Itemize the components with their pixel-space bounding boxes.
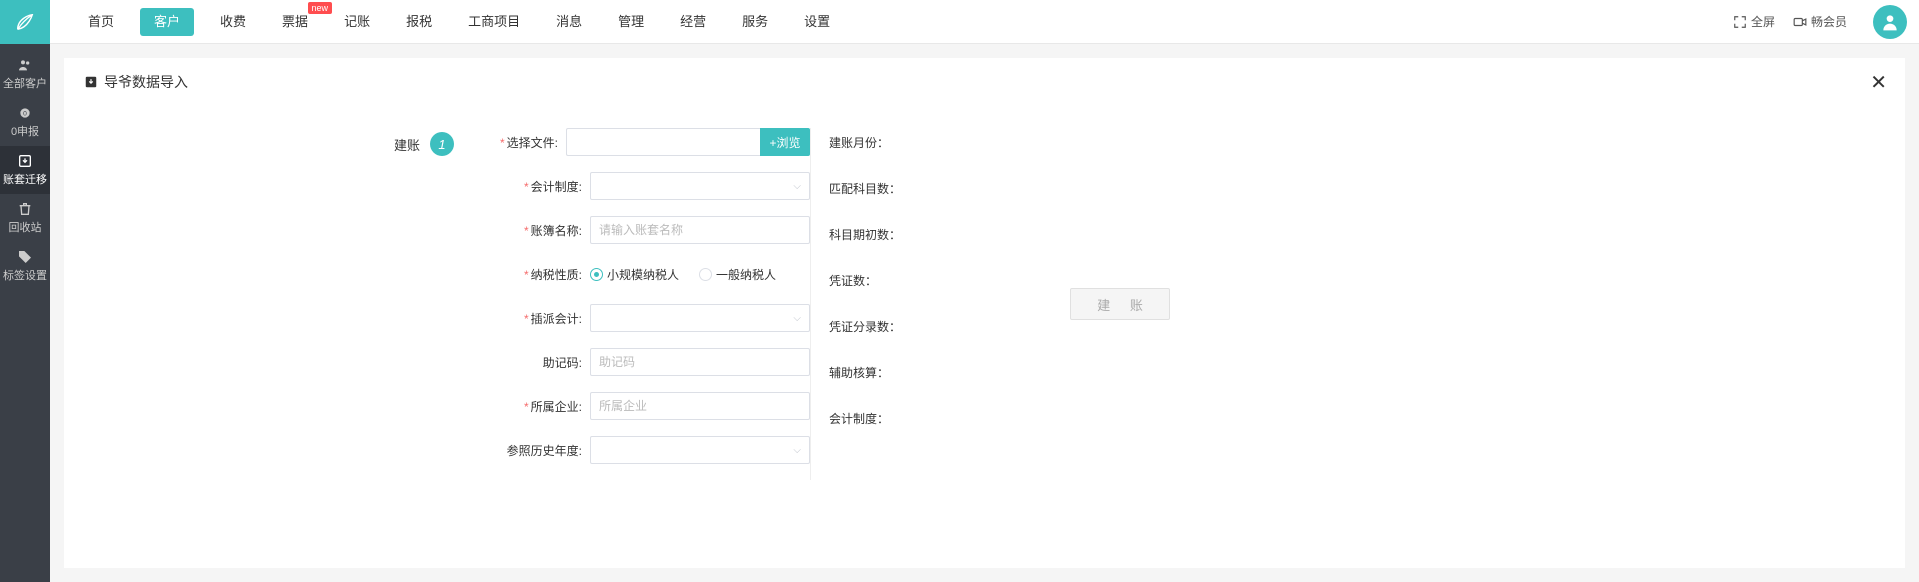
nav-account[interactable]: 记账 (326, 0, 388, 44)
fullscreen-icon (1733, 15, 1747, 29)
nav-bill[interactable]: 票据 new (264, 0, 326, 44)
users-icon (17, 57, 33, 73)
label-book-name: *账簿名称: (490, 222, 590, 239)
nav-home[interactable]: 首页 (70, 0, 132, 44)
radio-general[interactable]: 一般纳税人 (699, 266, 776, 283)
info-match-subject: 匹配科目数： (829, 174, 1010, 202)
panel-title: 导爷数据导入 (84, 72, 1885, 92)
user-icon (1880, 12, 1900, 32)
label-select-file: *选择文件: (490, 134, 566, 151)
label-tax-nature: *纳税性质: (490, 266, 590, 283)
body-wrap: 全部客户 0 0申报 账套迁移 回收站 标签设置 导爷数据导入 ✕ (0, 44, 1919, 582)
fullscreen-label: 全屏 (1751, 13, 1775, 30)
panel-title-text: 导爷数据导入 (104, 72, 188, 92)
sidebar-item-label: 账套迁移 (3, 171, 47, 187)
sidebar-item-label: 回收站 (9, 219, 42, 235)
nav-charge[interactable]: 收费 (202, 0, 264, 44)
label-mnemonic: 助记码: (490, 354, 590, 371)
nav-business[interactable]: 工商项目 (450, 0, 538, 44)
leaf-icon (14, 11, 36, 33)
close-button[interactable]: ✕ (1870, 70, 1887, 95)
form-area: 建账 1 *选择文件: +浏览 *会计制度: ⌵ (394, 128, 1885, 480)
form-right-column: 建账月份： 匹配科目数： 科目期初数： 凭证数： 凭证分录数： 辅助核算： 会计… (810, 128, 1010, 480)
user-avatar[interactable] (1873, 5, 1907, 39)
chevron-down-icon: ⌵ (793, 181, 801, 192)
label-ref-year: 参照历史年度: (490, 442, 590, 459)
nav-message[interactable]: 消息 (538, 0, 600, 44)
trash-icon (17, 201, 33, 217)
top-nav: 首页 客户 收费 票据 new 记账 报税 工商项目 消息 管理 经营 服务 设… (70, 0, 1733, 44)
sidebar-item-label: 0申报 (11, 123, 39, 139)
chevron-down-icon: ⌵ (793, 313, 801, 324)
radio-group-tax: 小规模纳税人 一般纳税人 (590, 266, 776, 283)
sidebar-all-customers[interactable]: 全部客户 (0, 50, 50, 98)
form-left-column: *选择文件: +浏览 *会计制度: ⌵ *账簿名称: (490, 128, 810, 480)
label-accounting-system: *会计制度: (490, 178, 590, 195)
row-select-file: *选择文件: +浏览 (490, 128, 810, 156)
app-logo[interactable] (0, 0, 50, 44)
input-enterprise[interactable] (590, 392, 810, 420)
radio-small-scale[interactable]: 小规模纳税人 (590, 266, 679, 283)
sidebar-item-label: 全部客户 (3, 75, 47, 91)
svg-text:0: 0 (23, 111, 27, 118)
file-input[interactable] (566, 128, 760, 156)
nav-setting[interactable]: 设置 (786, 0, 848, 44)
row-accounting-system: *会计制度: ⌵ (490, 172, 810, 200)
chevron-down-icon: ⌵ (793, 445, 801, 456)
main-content: 导爷数据导入 ✕ 建账 1 *选择文件: +浏览 (50, 44, 1919, 582)
info-create-month: 建账月份： (829, 128, 1010, 156)
panel: 导爷数据导入 ✕ 建账 1 *选择文件: +浏览 (64, 58, 1905, 568)
file-group: +浏览 (566, 128, 810, 156)
input-book-name[interactable] (590, 216, 810, 244)
circle-icon: 0 (17, 105, 33, 121)
top-right: 全屏 畅会员 (1733, 5, 1907, 39)
info-subject-open: 科目期初数： (829, 220, 1010, 248)
radio-icon (699, 268, 712, 281)
import-icon (17, 153, 33, 169)
info-acct-system: 会计制度： (829, 404, 1010, 432)
nav-customer[interactable]: 客户 (140, 8, 194, 36)
select-ref-year[interactable]: ⌵ (590, 436, 810, 464)
nav-service[interactable]: 服务 (724, 0, 786, 44)
label-assign-accountant: *插派会计: (490, 310, 590, 327)
form-action-column: 建 账 (1010, 128, 1170, 480)
top-bar: 首页 客户 收费 票据 new 记账 报税 工商项目 消息 管理 经营 服务 设… (0, 0, 1919, 44)
row-assign-accountant: *插派会计: ⌵ (490, 304, 810, 332)
select-accounting-system[interactable]: ⌵ (590, 172, 810, 200)
import-panel-icon (84, 75, 98, 89)
browse-button[interactable]: +浏览 (760, 128, 810, 156)
select-assign-accountant[interactable]: ⌵ (590, 304, 810, 332)
sidebar-tag-setting[interactable]: 标签设置 (0, 242, 50, 290)
info-voucher-entry: 凭证分录数： (829, 312, 1010, 340)
fullscreen-toggle[interactable]: 全屏 (1733, 13, 1775, 30)
info-aux-account: 辅助核算： (829, 358, 1010, 386)
step-label: 建账 (394, 135, 420, 154)
nav-manage[interactable]: 管理 (600, 0, 662, 44)
sidebar-zero-declare[interactable]: 0 0申报 (0, 98, 50, 146)
sidebar-recycle[interactable]: 回收站 (0, 194, 50, 242)
label-enterprise: *所属企业: (490, 398, 590, 415)
nav-tax[interactable]: 报税 (388, 0, 450, 44)
radio-icon (590, 268, 603, 281)
step-number: 1 (430, 132, 454, 156)
tag-icon (17, 249, 33, 265)
video-icon (1793, 15, 1807, 29)
row-ref-year: 参照历史年度: ⌵ (490, 436, 810, 464)
row-tax-nature: *纳税性质: 小规模纳税人 一般纳税人 (490, 260, 810, 288)
sidebar-migrate[interactable]: 账套迁移 (0, 146, 50, 194)
nav-bill-label: 票据 (282, 14, 308, 29)
nav-operate[interactable]: 经营 (662, 0, 724, 44)
sidebar-item-label: 标签设置 (3, 267, 47, 283)
row-enterprise: *所属企业: (490, 392, 810, 420)
member-label: 畅会员 (1811, 13, 1847, 30)
row-mnemonic: 助记码: (490, 348, 810, 376)
step-indicator: 建账 1 (394, 132, 454, 156)
input-mnemonic[interactable] (590, 348, 810, 376)
info-voucher-count: 凭证数： (829, 266, 1010, 294)
member-link[interactable]: 畅会员 (1793, 13, 1847, 30)
sidebar: 全部客户 0 0申报 账套迁移 回收站 标签设置 (0, 44, 50, 582)
row-book-name: *账簿名称: (490, 216, 810, 244)
create-account-button[interactable]: 建 账 (1070, 288, 1170, 320)
